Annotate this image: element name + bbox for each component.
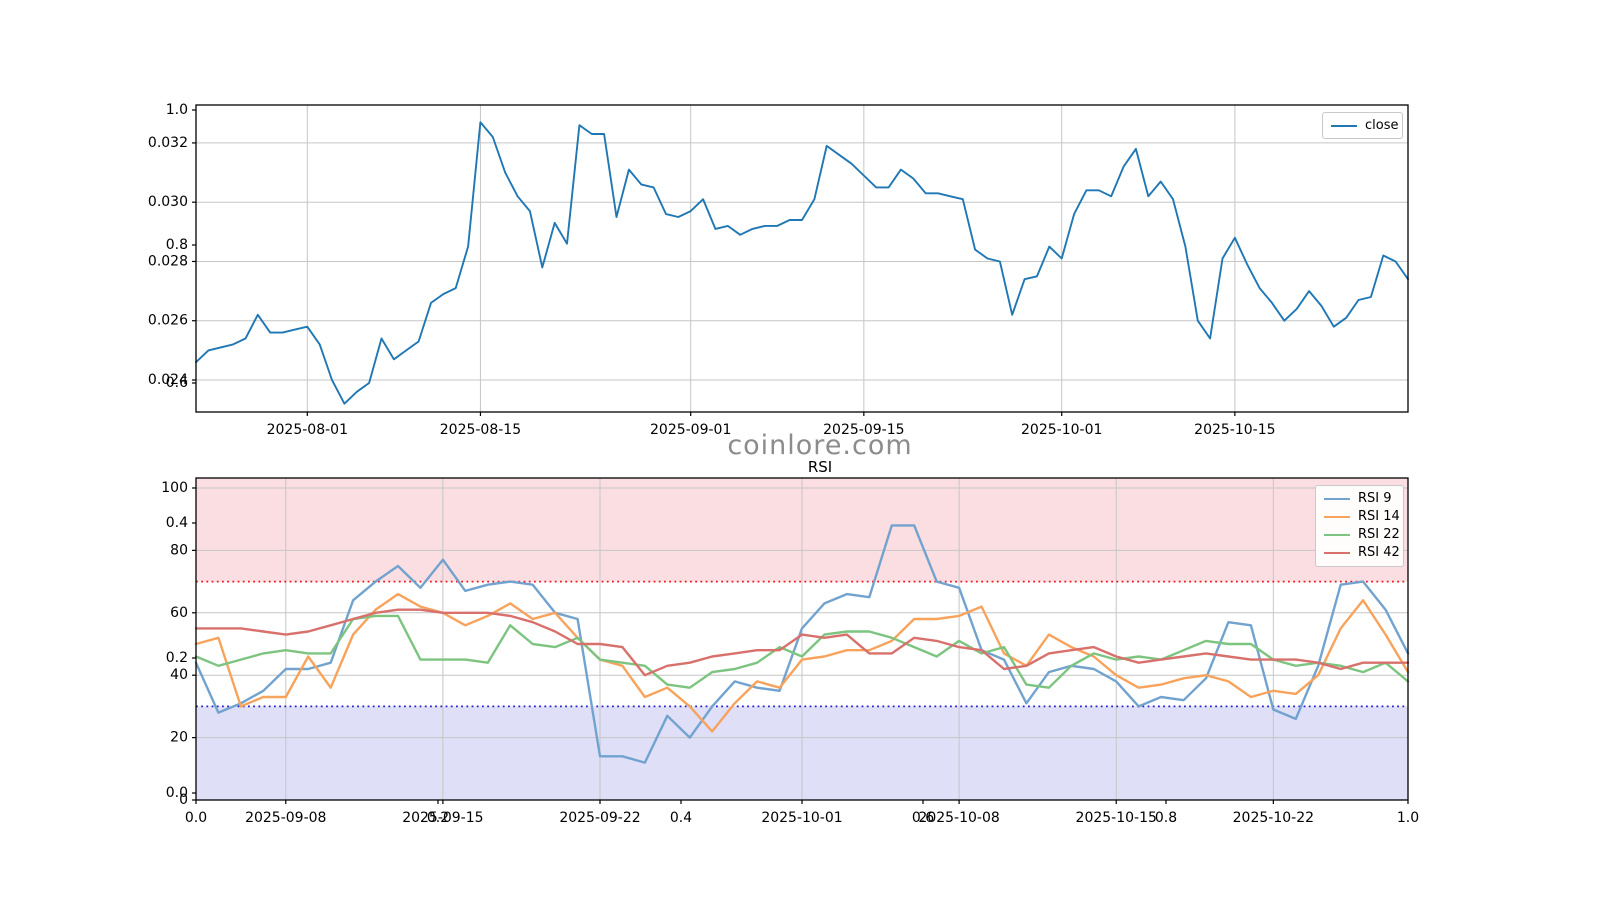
rsi-y-tick-label: 60 [170,605,188,621]
price-x-tick-label: 2025-09-15 [823,422,904,438]
background-y-tick-label: 0.8 [166,237,188,253]
close-line-swatch [1331,124,1357,127]
figure-canvas: 0.024 0.026 0.028 0.030 0.032 2025-08-01 2025-… [0,0,1600,900]
background-x-tick-label: 0.6 [912,810,934,826]
background-y-tick-label: 1.0 [166,102,188,118]
legend-item-rsi-42: RSI 42 [1324,544,1400,562]
price-y-axis-labels: 0.0240.0260.0280.0300.032 [148,135,196,388]
rsi-panel: 0204060801002025-09-08 2025-09-15 2025-09-… [161,477,1410,826]
price-y-tick-label: 0.032 [148,135,188,151]
price-panel: 0.0240.0260.0280.0300.0322025-08-01 2025-… [148,104,1409,438]
rsi-x-tick-label: 2025-10-01 [761,810,842,826]
legend-close: close [1322,112,1403,139]
legend-rsi: RSI 9 RSI 14 RSI 22 RSI 42 [1315,485,1404,567]
rsi-y-tick-label: 40 [170,667,188,683]
legend-item-rsi-14: RSI 14 [1324,508,1400,526]
price-y-tick-label: 0.028 [148,253,188,269]
rsi-y-tick-label: 80 [170,542,188,558]
rsi-9-swatch [1324,498,1350,500]
background-x-tick-label: 1.0 [1397,810,1419,826]
legend-item-close: close [1331,117,1398,135]
background-y-tick-label: 0.0 [166,785,188,801]
legend-item-rsi-9: RSI 9 [1324,490,1395,508]
rsi-y-tick-label: 100 [161,480,188,496]
background-x-tick-label: 0.0 [185,810,207,826]
background-y-tick-label: 0.6 [166,375,188,391]
price-axes-border [195,104,1409,413]
close-line [195,121,1409,405]
rsi-42-swatch [1324,552,1350,554]
background-x-tick-label: 0.2 [427,810,449,826]
legend-label-rsi-22: RSI 22 [1358,527,1400,542]
price-x-axis-labels: 2025-08-01 2025-08-15 2025-09-01 2025-09-15… [267,412,1276,438]
background-x-tick-label: 0.8 [1155,810,1177,826]
background-y-tick-label: 0.2 [166,650,188,666]
rsi-y-tick-label: 20 [170,730,188,746]
legend-label-rsi-42: RSI 42 [1358,545,1400,560]
background-y-tick-label: 0.4 [166,515,188,531]
price-x-tick-label: 2025-10-15 [1194,422,1275,438]
legend-label-rsi-14: RSI 14 [1358,509,1400,524]
price-y-tick-label: 0.026 [148,313,188,329]
rsi-x-axis-labels: 2025-09-08 2025-09-15 2025-09-22 2025-10-01… [245,800,1314,826]
price-y-tick-label: 0.030 [148,194,188,210]
price-x-tick-label: 2025-08-01 [267,422,348,438]
price-x-tick-label: 2025-10-01 [1021,422,1102,438]
rsi-14-swatch [1324,516,1350,518]
legend-label-close: close [1365,117,1399,133]
legend-label-rsi-9: RSI 9 [1358,491,1392,506]
price-x-tick-label: 2025-09-01 [650,422,731,438]
price-grid [196,105,1408,412]
background-x-tick-label: 0.4 [670,810,692,826]
rsi-x-tick-label: 2025-09-22 [559,810,640,826]
rsi-22-swatch [1324,534,1350,536]
rsi-x-tick-label: 2025-09-08 [245,810,326,826]
price-x-tick-label: 2025-08-15 [440,422,521,438]
rsi-x-tick-label: 2025-10-22 [1233,810,1314,826]
legend-item-rsi-22: RSI 22 [1324,526,1400,544]
rsi-x-tick-label: 2025-10-15 [1076,810,1157,826]
